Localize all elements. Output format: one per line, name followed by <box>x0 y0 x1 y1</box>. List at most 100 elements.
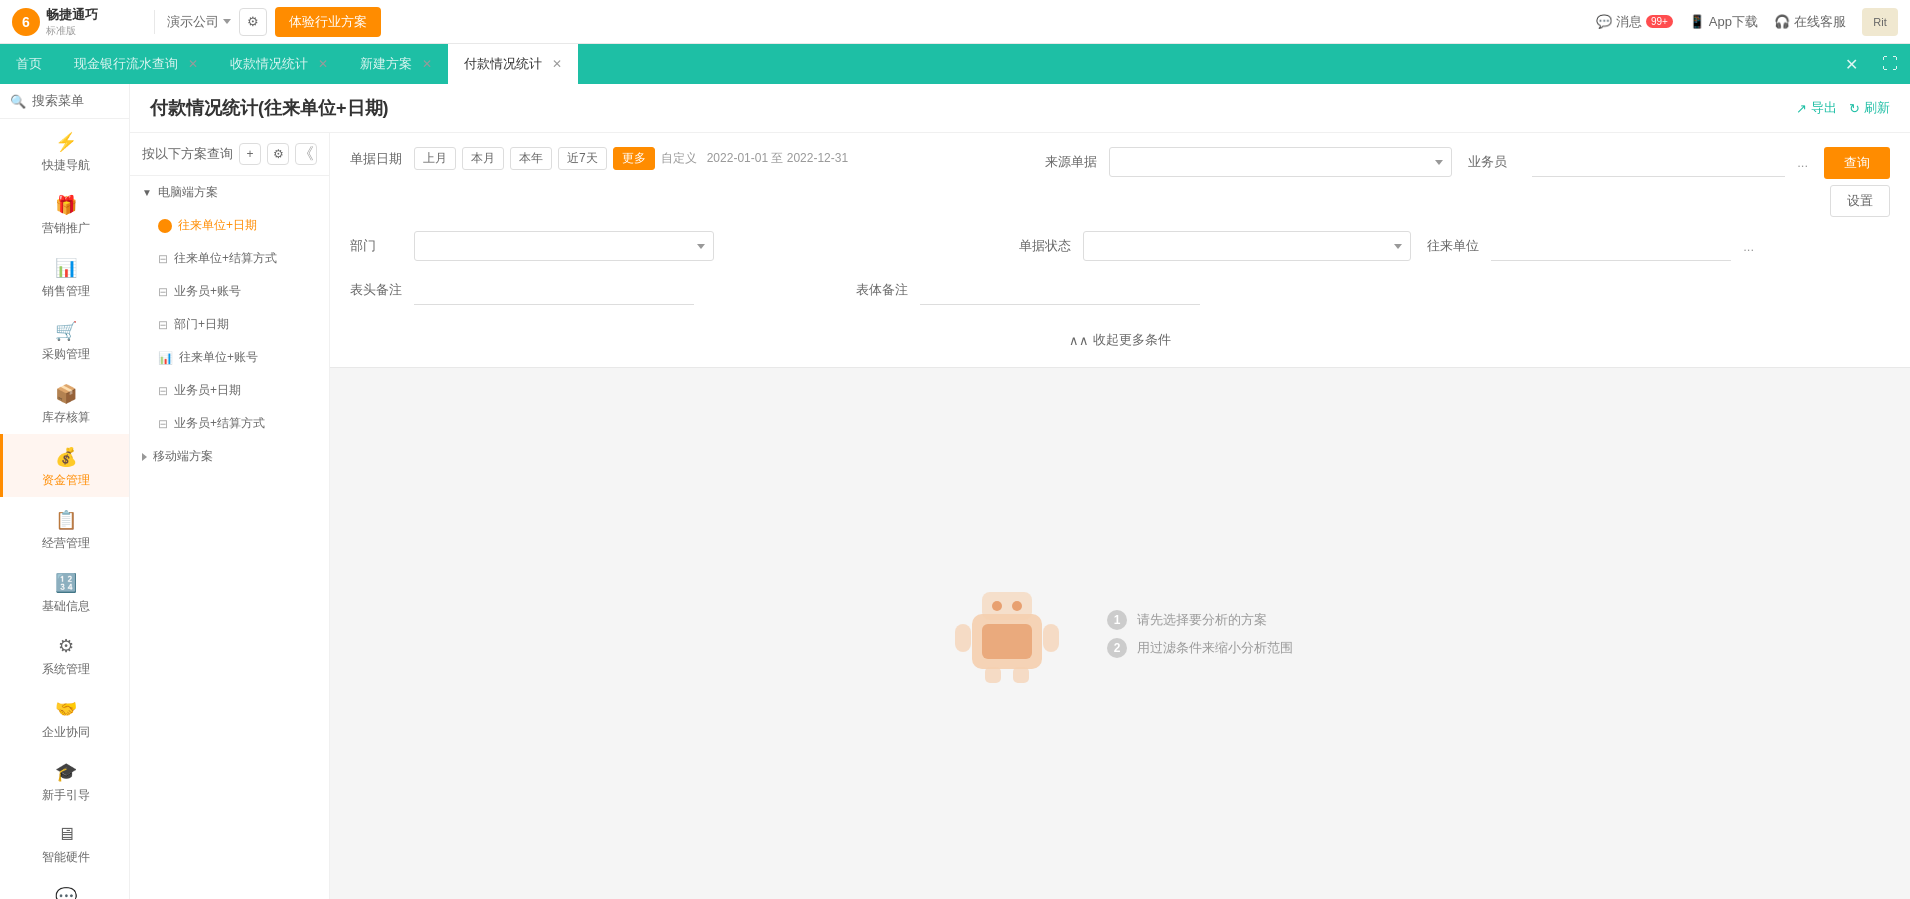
tab-close-all-button[interactable]: ✕ <box>1833 44 1870 84</box>
robot-svg <box>947 574 1067 694</box>
tab-cash-bank-close[interactable]: ✕ <box>188 57 198 71</box>
sidebar-item-inventory[interactable]: 📦 库存核算 <box>0 371 129 434</box>
header-note-label: 表头备注 <box>350 281 406 299</box>
user-avatar[interactable]: Rit <box>1862 8 1898 36</box>
tab-payment-stats-close[interactable]: ✕ <box>552 57 562 71</box>
scheme-item-unit-settlement-label: 往来单位+结算方式 <box>174 250 277 267</box>
tab-payment-stats[interactable]: 付款情况统计 ✕ <box>448 44 578 84</box>
desktop-scheme-header[interactable]: ▼ 电脑端方案 <box>130 176 329 209</box>
search-menu-button[interactable]: 🔍 搜索菜单 <box>0 84 129 119</box>
svg-rect-7 <box>985 667 1001 683</box>
date-range-display: 2022-01-01 至 2022-12-31 <box>707 150 848 167</box>
refresh-button[interactable]: ↻ 刷新 <box>1849 99 1890 117</box>
sidebar-item-finance[interactable]: 💰 资金管理 <box>0 434 129 497</box>
date-btn-last-month[interactable]: 上月 <box>414 147 456 170</box>
tab-receivable[interactable]: 收款情况统计 ✕ <box>214 44 344 84</box>
company-dropdown-icon <box>223 19 231 24</box>
basics-icon: 🔢 <box>55 572 77 594</box>
tab-cash-bank-label: 现金银行流水查询 <box>74 55 178 73</box>
company-selector[interactable]: 演示公司 <box>167 13 231 31</box>
sidebar-item-hardware[interactable]: 🖥 智能硬件 <box>0 812 129 874</box>
svg-rect-8 <box>1013 667 1029 683</box>
scheme-item-salesman-settle[interactable]: ⊟ 业务员+结算方式 <box>130 407 329 440</box>
app-icon: 📱 <box>1689 14 1705 29</box>
sidebar-item-quick-nav[interactable]: ⚡ 快捷导航 <box>0 119 129 182</box>
tab-new-scheme-close[interactable]: ✕ <box>422 57 432 71</box>
message-button[interactable]: 💬 消息 99+ <box>1596 13 1673 31</box>
date-btn-last-7days[interactable]: 近7天 <box>558 147 607 170</box>
scheme-add-button[interactable]: + <box>239 143 261 165</box>
collapse-more-button[interactable]: ∧∧ 收起更多条件 <box>350 325 1890 355</box>
operations-icon: 📋 <box>55 509 77 531</box>
header-note-input[interactable] <box>414 275 694 305</box>
source-select[interactable] <box>1109 147 1452 177</box>
dept-select[interactable] <box>414 231 714 261</box>
scheme-item-salesman-date[interactable]: ⊟ 业务员+日期 <box>130 374 329 407</box>
related-unit-label: 往来单位 <box>1427 237 1483 255</box>
filter-date-item: 单据日期 上月 本月 本年 近7天 更多 自定义 2022-01-01 至 20… <box>350 147 1029 170</box>
scheme-item-salesman-account[interactable]: ⊟ 业务员+账号 <box>130 275 329 308</box>
sidebar-item-operations[interactable]: 📋 经营管理 <box>0 497 129 560</box>
tab-cash-bank[interactable]: 现金银行流水查询 ✕ <box>58 44 214 84</box>
scheme-item-unit-settlement[interactable]: ⊟ 往来单位+结算方式 <box>130 242 329 275</box>
tab-new-scheme[interactable]: 新建方案 ✕ <box>344 44 448 84</box>
related-unit-input[interactable] <box>1491 231 1731 261</box>
filter-settings-button[interactable]: 设置 <box>1830 185 1890 217</box>
tab-receivable-close[interactable]: ✕ <box>318 57 328 71</box>
svg-point-5 <box>992 601 1002 611</box>
date-btn-this-month[interactable]: 本月 <box>462 147 504 170</box>
scheme-item-unit-date[interactable]: 往来单位+日期 <box>130 209 329 242</box>
export-button[interactable]: ↗ 导出 <box>1796 99 1837 117</box>
scheme-item-unit-account[interactable]: 📊 往来单位+账号 <box>130 341 329 374</box>
right-content: 单据日期 上月 本月 本年 近7天 更多 自定义 2022-01-01 至 20… <box>330 133 1910 899</box>
data-area: 1 请先选择要分析的方案 2 用过滤条件来缩小分析范围 <box>330 368 1910 899</box>
sidebar-item-purchase[interactable]: 🛒 采购管理 <box>0 308 129 371</box>
sidebar-item-operations-label: 经营管理 <box>42 535 90 552</box>
top-header: 6 畅捷通巧 标准版 演示公司 ⚙ 体验行业方案 💬 消息 99+ 📱 App下… <box>0 0 1910 44</box>
content-area: 付款情况统计(往来单位+日期) ↗ 导出 ↻ 刷新 按以下方案查询 + ⚙ <box>130 84 1910 899</box>
trial-button[interactable]: 体验行业方案 <box>275 7 381 37</box>
voucher-status-select[interactable] <box>1083 231 1411 261</box>
sidebar-item-finance-label: 资金管理 <box>42 472 90 489</box>
mobile-scheme-header[interactable]: 移动端方案 <box>130 440 329 473</box>
filter-row-3: 表头备注 表体备注 <box>350 275 1890 305</box>
scheme-settings-button[interactable]: ⚙ <box>267 143 289 165</box>
desktop-section-arrow: ▼ <box>142 187 152 198</box>
salesman-input[interactable] <box>1532 147 1785 177</box>
related-unit-dots[interactable]: ... <box>1743 239 1754 254</box>
page-header-actions: ↗ 导出 ↻ 刷新 <box>1796 99 1890 117</box>
sidebar-item-sales[interactable]: 📊 销售管理 <box>0 245 129 308</box>
scheme-collapse-button[interactable]: 《 <box>295 143 317 165</box>
settings-icon: ⚙ <box>247 14 259 29</box>
sidebar-item-system[interactable]: ⚙ 系统管理 <box>0 623 129 686</box>
sidebar-item-guide[interactable]: 🎓 新手引导 <box>0 749 129 812</box>
empty-step-2: 2 用过滤条件来缩小分析范围 <box>1107 638 1293 658</box>
tab-payment-stats-label: 付款情况统计 <box>464 55 542 73</box>
tab-home[interactable]: 首页 <box>0 44 58 84</box>
date-btn-this-year[interactable]: 本年 <box>510 147 552 170</box>
sidebar-item-basics[interactable]: 🔢 基础信息 <box>0 560 129 623</box>
query-button[interactable]: 查询 <box>1824 147 1890 179</box>
scheme-item-icon: ⊟ <box>158 252 168 266</box>
header-settings-button[interactable]: ⚙ <box>239 8 267 36</box>
system-icon: ⚙ <box>58 635 74 657</box>
date-btn-more[interactable]: 更多 <box>613 147 655 170</box>
tab-expand-button[interactable]: ⛶ <box>1870 44 1910 84</box>
svg-rect-1 <box>982 624 1032 659</box>
online-service-button[interactable]: 🎧 在线客服 <box>1774 13 1846 31</box>
purchase-icon: 🛒 <box>55 320 77 342</box>
sidebar-item-wechat[interactable]: 💬 企业微信 <box>0 874 129 899</box>
sidebar-item-marketing[interactable]: 🎁 营销推广 <box>0 182 129 245</box>
svg-rect-4 <box>982 592 1032 620</box>
salesman-dots[interactable]: ... <box>1797 155 1808 170</box>
export-label: 导出 <box>1811 99 1837 117</box>
app-download-button[interactable]: 📱 App下载 <box>1689 13 1758 31</box>
collapse-arrow-icon: ∧∧ <box>1069 333 1089 348</box>
filter-row-2: 部门 单据状态 <box>350 231 1890 261</box>
body-note-input[interactable] <box>920 275 1200 305</box>
sidebar-item-enterprise[interactable]: 🤝 企业协同 <box>0 686 129 749</box>
message-badge: 99+ <box>1646 15 1673 28</box>
scheme-item-unit-date-label: 往来单位+日期 <box>178 217 257 234</box>
hardware-icon: 🖥 <box>57 824 75 845</box>
scheme-item-dept-date[interactable]: ⊟ 部门+日期 <box>130 308 329 341</box>
